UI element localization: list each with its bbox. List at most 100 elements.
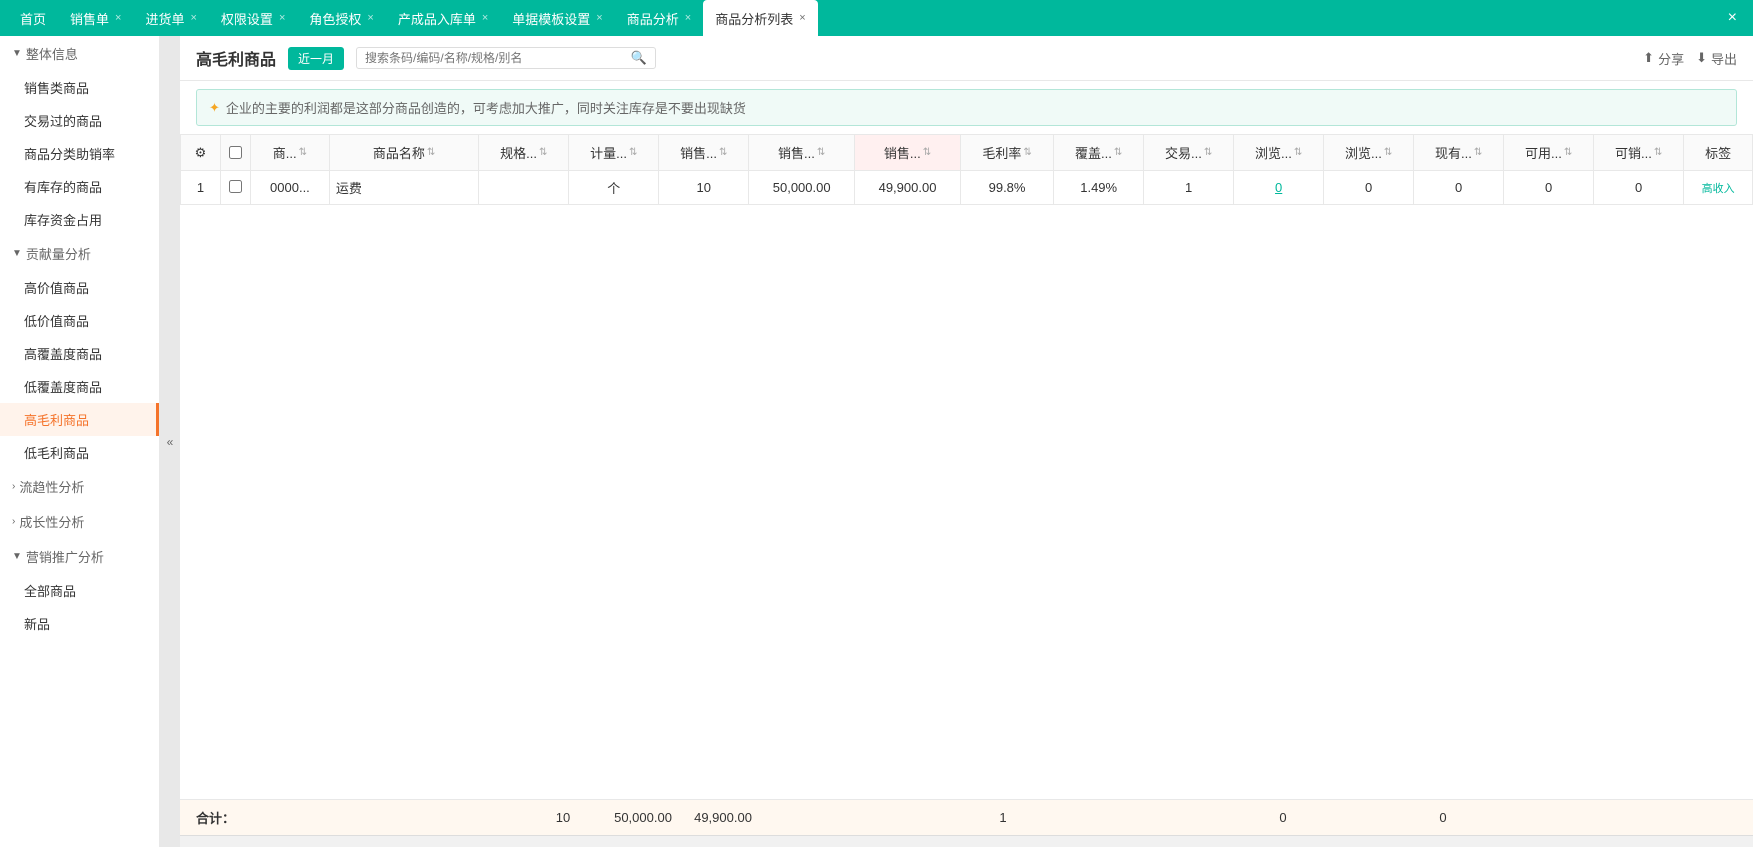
select-all-checkbox[interactable] (229, 146, 242, 159)
sort-code-icon: ⇅ (299, 147, 307, 158)
col-code-header[interactable]: 商... ⇅ (251, 135, 330, 171)
sort-browse2-icon: ⇅ (1384, 147, 1392, 158)
sidebar-group-trend[interactable]: › 流趋性分析 (0, 469, 159, 504)
col-name-header[interactable]: 商品名称 ⇅ (329, 135, 478, 171)
search-icon[interactable]: 🔍 (631, 50, 647, 66)
row-checkbox[interactable] (229, 180, 242, 193)
sort-name-icon: ⇅ (427, 147, 435, 158)
summary-label: 合计： (196, 808, 235, 827)
nav-permission-close[interactable]: × (279, 12, 285, 24)
nav-purchase-close[interactable]: × (190, 12, 196, 24)
search-input[interactable] (365, 51, 631, 65)
sidebar-group-contribution[interactable]: ▼ 贡献量分析 (0, 236, 159, 271)
col-sellable-header[interactable]: 可销... ⇅ (1594, 135, 1684, 171)
col-sales-amt-header[interactable]: 销售... ⇅ (749, 135, 855, 171)
sidebar-item-new-goods[interactable]: 新品 (0, 607, 159, 640)
cell-spec (479, 171, 569, 205)
nav-sales[interactable]: 销售单 × (58, 0, 133, 36)
nav-template-close[interactable]: × (596, 12, 602, 24)
sidebar-item-sales-goods[interactable]: 销售类商品 (0, 71, 159, 104)
col-trade-header[interactable]: 交易... ⇅ (1144, 135, 1234, 171)
summary-available1: 0 (1243, 810, 1323, 825)
marketing-arrow: ▼ (12, 551, 22, 562)
sidebar-item-low-margin[interactable]: 低毛利商品 (0, 436, 159, 469)
nav-product-analysis-list[interactable]: 商品分析列表 × (703, 0, 817, 36)
cell-sales-qty: 10 (659, 171, 749, 205)
filter-recent-month[interactable]: 近一月 (288, 47, 344, 70)
sidebar-toggle[interactable]: « (160, 36, 180, 847)
nav-role-close[interactable]: × (367, 12, 373, 24)
page-title: 高毛利商品 (196, 46, 276, 70)
sidebar-item-traded-goods[interactable]: 交易过的商品 (0, 104, 159, 137)
nav-home[interactable]: 首页 (8, 0, 58, 36)
sidebar-group-growth[interactable]: › 成长性分析 (0, 504, 159, 539)
sidebar-group-overall[interactable]: ▼ 整体信息 (0, 36, 159, 71)
sidebar-item-in-stock[interactable]: 有库存的商品 (0, 170, 159, 203)
col-spec-header[interactable]: 规格... ⇅ (479, 135, 569, 171)
col-settings[interactable]: ⚙ (181, 135, 221, 171)
sidebar-item-low-value[interactable]: 低价值商品 (0, 304, 159, 337)
window-close-btn[interactable]: × (1720, 9, 1745, 27)
nav-product-analysis[interactable]: 商品分析 × (615, 0, 703, 36)
summary-sellable: 0 (1403, 810, 1483, 825)
cell-code: 0000... (251, 171, 330, 205)
col-available1-header[interactable]: 现有... ⇅ (1414, 135, 1504, 171)
cell-no: 1 (181, 171, 221, 205)
col-sales-qty-header[interactable]: 销售... ⇅ (659, 135, 749, 171)
col-sales-profit-header[interactable]: 销售... ⇅ (855, 135, 961, 171)
bottom-scrollbar[interactable] (180, 835, 1753, 847)
nav-template[interactable]: 单据模板设置 × (500, 0, 614, 36)
sidebar-item-category-rate[interactable]: 商品分类助销率 (0, 137, 159, 170)
col-browse1-header[interactable]: 浏览... ⇅ (1234, 135, 1324, 171)
col-available2-header[interactable]: 可用... ⇅ (1504, 135, 1594, 171)
share-button[interactable]: ⬆ 分享 (1643, 49, 1684, 68)
export-icon: ⬇ (1696, 50, 1707, 66)
nav-purchase[interactable]: 进货单 × (133, 0, 208, 36)
cell-name: 运费 (329, 171, 478, 205)
col-unit-header[interactable]: 计量... ⇅ (569, 135, 659, 171)
col-gross-rate-header[interactable]: 毛利率 ⇅ (960, 135, 1053, 171)
main-layout: ▼ 整体信息 销售类商品 交易过的商品 商品分类助销率 有库存的商品 库存资金占… (0, 36, 1753, 847)
growth-arrow: › (12, 516, 15, 527)
trend-arrow: › (12, 481, 15, 492)
sidebar-item-high-margin[interactable]: 高毛利商品 (0, 403, 159, 436)
sidebar-item-all-goods[interactable]: 全部商品 (0, 574, 159, 607)
nav-role[interactable]: 角色授权 × (297, 0, 385, 36)
sidebar-group-marketing[interactable]: ▼ 营销推广分析 (0, 539, 159, 574)
cell-sales-profit: 49,900.00 (855, 171, 961, 205)
info-banner: ✦ 企业的主要的利润都是这部分商品创造的，可考虑加大推广，同时关注库存是不要出现… (196, 89, 1737, 126)
col-browse2-header[interactable]: 浏览... ⇅ (1324, 135, 1414, 171)
content-header: 高毛利商品 近一月 🔍 ⬆ 分享 ⬇ 导出 (180, 36, 1753, 81)
nav-product-inbound[interactable]: 产成品入库单 × (386, 0, 500, 36)
col-tag-header[interactable]: 标签 (1684, 135, 1753, 171)
cell-check[interactable] (221, 171, 251, 205)
summary-spacer1 (763, 810, 963, 825)
contribution-arrow: ▼ (12, 248, 22, 259)
nav-product-analysis-list-close[interactable]: × (799, 12, 805, 24)
col-checkbox[interactable] (221, 135, 251, 171)
sidebar-item-high-coverage[interactable]: 高覆盖度商品 (0, 337, 159, 370)
sort-sales-profit-icon: ⇅ (923, 147, 931, 158)
sidebar-item-low-coverage[interactable]: 低覆盖度商品 (0, 370, 159, 403)
nav-permission[interactable]: 权限设置 × (209, 0, 297, 36)
data-table: ⚙ 商... ⇅ 商品名称 (180, 134, 1753, 205)
export-button[interactable]: ⬇ 导出 (1696, 49, 1737, 68)
search-box: 🔍 (356, 47, 656, 69)
summary-sales-profit: 49,900.00 (683, 810, 763, 825)
top-nav: 首页 销售单 × 进货单 × 权限设置 × 角色授权 × 产成品入库单 × 单据… (0, 0, 1753, 36)
nav-product-analysis-close[interactable]: × (685, 12, 691, 24)
data-table-container[interactable]: ⚙ 商... ⇅ 商品名称 (180, 134, 1753, 799)
sidebar-item-stock-capital[interactable]: 库存资金占用 (0, 203, 159, 236)
summary-spacer3 (1323, 810, 1403, 825)
sidebar-item-high-value[interactable]: 高价值商品 (0, 271, 159, 304)
summary-spacer2 (1043, 810, 1243, 825)
nav-sales-close[interactable]: × (115, 12, 121, 24)
sort-available2-icon: ⇅ (1564, 147, 1572, 158)
header-actions: ⬆ 分享 ⬇ 导出 (1643, 49, 1737, 68)
sort-coverage-icon: ⇅ (1114, 147, 1122, 158)
nav-product-inbound-close[interactable]: × (482, 12, 488, 24)
cell-browse1[interactable]: 0 (1234, 171, 1324, 205)
content-area: 高毛利商品 近一月 🔍 ⬆ 分享 ⬇ 导出 ✦ 企业的主要的利润都是这部分商品创… (180, 36, 1753, 847)
cell-trade: 1 (1144, 171, 1234, 205)
col-coverage-header[interactable]: 覆盖... ⇅ (1054, 135, 1144, 171)
